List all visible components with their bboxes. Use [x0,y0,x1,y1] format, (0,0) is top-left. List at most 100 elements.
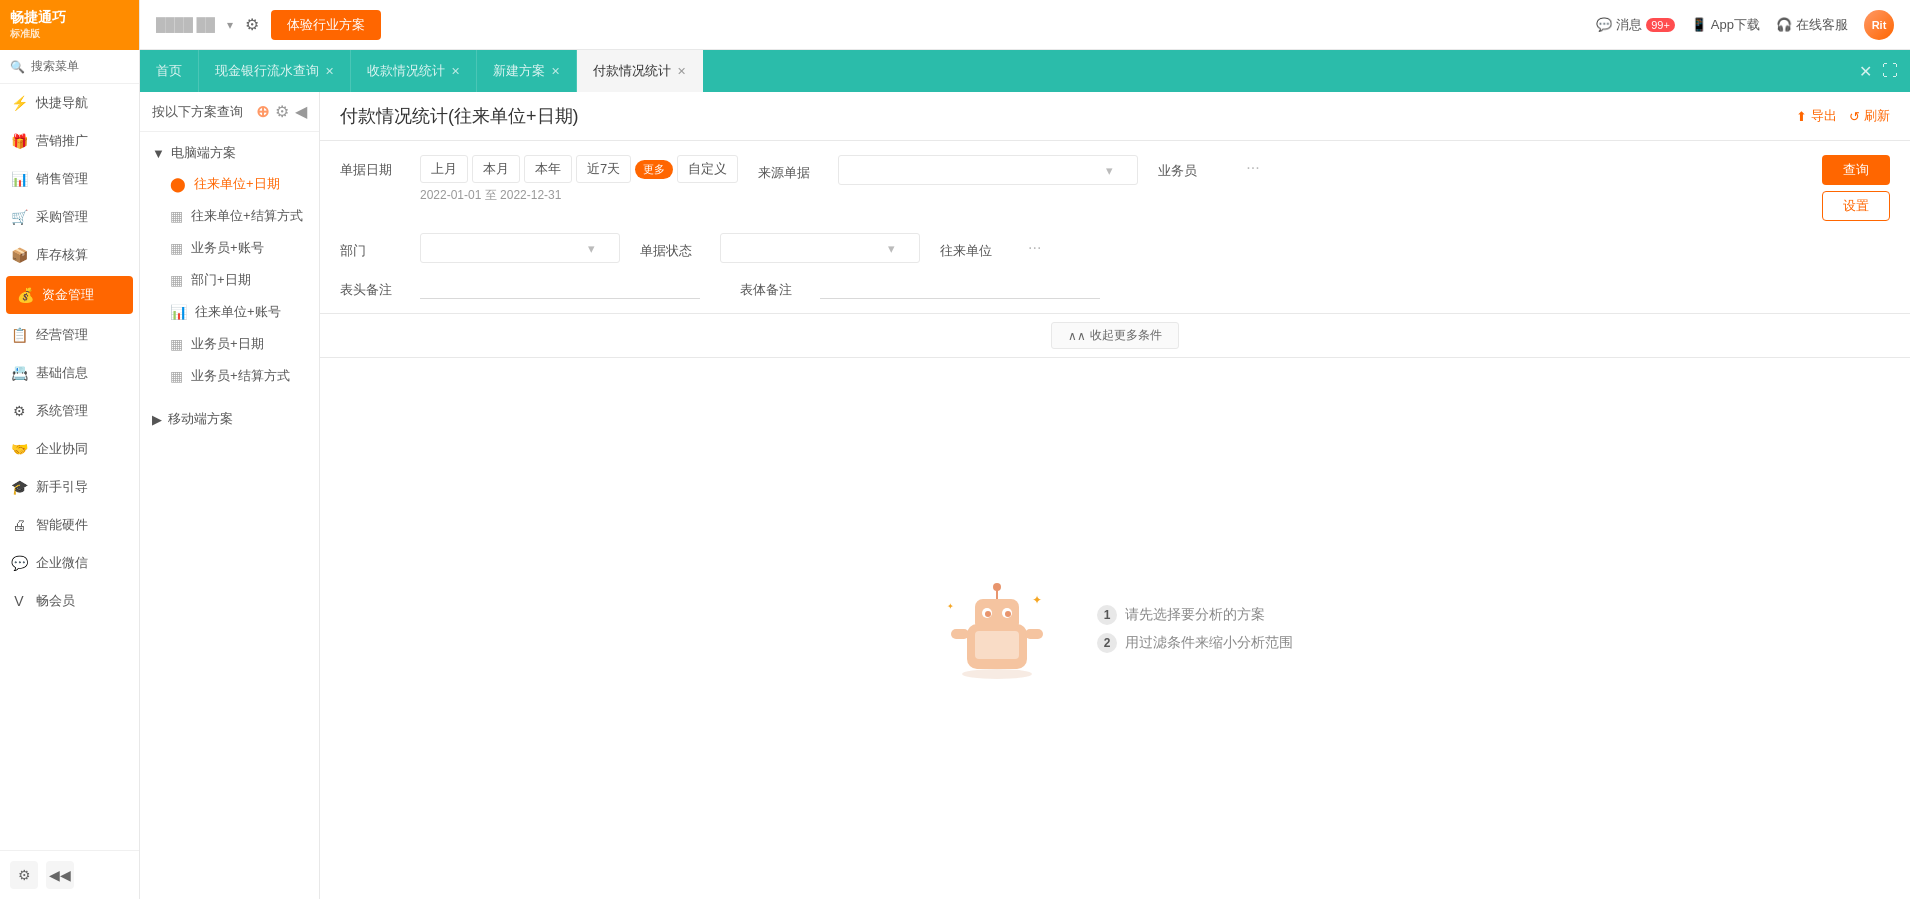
enterprise-icon: 🤝 [10,441,28,457]
member-icon: V [10,593,28,609]
export-label: 导出 [1811,107,1837,125]
scheme-settings-btn[interactable]: ⚙ [275,102,289,121]
sidebar-item-member[interactable]: V 畅会员 [0,582,139,620]
scheme-item-salesperson-settlement[interactable]: ▦ 业务员+结算方式 [140,360,319,392]
table-icon-4: ▦ [170,336,183,352]
user-avatar[interactable]: Rit [1864,10,1894,40]
sidebar-item-purchase[interactable]: 🛒 采购管理 [0,198,139,236]
scheme-item-counterpart-date[interactable]: ⬤ 往来单位+日期 [140,168,319,200]
salesperson-ellipsis[interactable]: ··· [1238,155,1267,181]
collapse-conditions-btn[interactable]: ∧∧ 收起更多条件 [1051,322,1179,349]
sidebar-item-inventory[interactable]: 📦 库存核算 [0,236,139,274]
scheme-item-dept-date[interactable]: ▦ 部门+日期 [140,264,319,296]
tab-expand-btn[interactable]: ⛶ [1882,62,1898,80]
trial-btn[interactable]: 体验行业方案 [271,10,381,40]
filter-settings-btn[interactable]: 设置 [1822,191,1890,221]
tab-home-label: 首页 [156,62,182,80]
refresh-btn[interactable]: ↺ 刷新 [1849,107,1890,125]
query-btn[interactable]: 查询 [1822,155,1890,185]
app-icon: 📱 [1691,17,1707,32]
sidebar-item-label: 库存核算 [36,246,88,264]
sidebar-item-smart-hw[interactable]: 🖨 智能硬件 [0,506,139,544]
message-icon: 💬 [1596,17,1612,32]
date-btn-last-month[interactable]: 上月 [420,155,468,183]
sidebar-collapse-btn[interactable]: ◀◀ [46,861,74,889]
finance-icon: 💰 [16,287,34,303]
source-select[interactable]: ▾ [838,155,1138,185]
source-select-arrow: ▾ [1106,163,1113,178]
sidebar-item-basic-info[interactable]: 📇 基础信息 [0,354,139,392]
scheme-item-counterpart-account[interactable]: 📊 往来单位+账号 [140,296,319,328]
wechat-icon: 💬 [10,555,28,571]
sidebar-settings-btn[interactable]: ⚙ [10,861,38,889]
pc-scheme-title[interactable]: ▼ 电脑端方案 [140,138,319,168]
company-name: ████ ██ [156,17,215,32]
add-scheme-btn[interactable]: ⊕ [256,102,269,121]
tab-payment-stats-close[interactable]: ✕ [677,65,686,78]
date-btn-7days[interactable]: 近7天 [576,155,631,183]
tab-new-scheme[interactable]: 新建方案 ✕ [477,50,577,92]
svg-point-8 [993,583,1001,591]
scheme-item-salesperson-account[interactable]: ▦ 业务员+账号 [140,232,319,264]
date-btn-custom[interactable]: 自定义 [677,155,738,183]
status-select[interactable]: ▾ [720,233,920,263]
online-service-btn[interactable]: 🎧 在线客服 [1776,16,1848,34]
tab-payment-stats-label: 付款情况统计 [593,62,671,80]
tab-new-scheme-close[interactable]: ✕ [551,65,560,78]
svg-text:✦: ✦ [1032,593,1042,607]
date-btn-this-year[interactable]: 本年 [524,155,572,183]
sidebar-item-sales[interactable]: 📊 销售管理 [0,160,139,198]
date-btn-this-month[interactable]: 本月 [472,155,520,183]
pc-scheme-label: 电脑端方案 [171,144,236,162]
panel-collapse-btn[interactable]: ◀ [295,102,307,121]
sidebar-item-label: 新手引导 [36,478,88,496]
mobile-scheme-title[interactable]: ▶ 移动端方案 [140,404,319,434]
purchase-icon: 🛒 [10,209,28,225]
tab-cash-flow[interactable]: 现金银行流水查询 ✕ [199,50,351,92]
sidebar-item-quick-nav[interactable]: ⚡ 快捷导航 [0,84,139,122]
tab-cash-flow-close[interactable]: ✕ [325,65,334,78]
search-icon: 🔍 [10,60,25,74]
date-filter-label: 单据日期 [340,155,420,179]
tab-payment-stats[interactable]: 付款情况统计 ✕ [577,50,703,92]
scheme-item-salesperson-date[interactable]: ▦ 业务员+日期 [140,328,319,360]
sidebar-item-operations[interactable]: 📋 经营管理 [0,316,139,354]
mobile-scheme-section: ▶ 移动端方案 [140,398,319,440]
tab-close-all-btn[interactable]: ✕ [1859,62,1872,81]
scheme-item-label: 业务员+结算方式 [191,367,290,385]
message-btn[interactable]: 💬 消息 99+ [1596,16,1675,34]
tab-receipt-stats[interactable]: 收款情况统计 ✕ [351,50,477,92]
dept-select[interactable]: ▾ [420,233,620,263]
tab-receipt-stats-close[interactable]: ✕ [451,65,460,78]
header-note-input[interactable] [420,275,700,299]
counterpart-ellipsis[interactable]: ··· [1020,235,1049,261]
filter-row-1: 单据日期 上月 本月 本年 近7天 更多 自定义 20 [340,155,1890,221]
company-dropdown-arrow[interactable]: ▾ [227,18,233,32]
tab-receipt-stats-label: 收款情况统计 [367,62,445,80]
sidebar-item-label: 销售管理 [36,170,88,188]
scheme-item-counterpart-settlement[interactable]: ▦ 往来单位+结算方式 [140,200,319,232]
sidebar-item-enterprise[interactable]: 🤝 企业协同 [0,430,139,468]
sidebar-item-finance[interactable]: 💰 资金管理 [6,276,133,314]
body-note-input[interactable] [820,275,1100,299]
page-title: 付款情况统计(往来单位+日期) [340,104,579,128]
svg-rect-9 [951,629,969,639]
scheme-item-label: 往来单位+账号 [195,303,281,321]
table-icon-2: ▦ [170,240,183,256]
basic-info-icon: 📇 [10,365,28,381]
filter-area: 单据日期 上月 本月 本年 近7天 更多 自定义 20 [320,141,1910,314]
sidebar-item-guide[interactable]: 🎓 新手引导 [0,468,139,506]
empty-illustration: ✦ ✦ [937,579,1057,679]
sidebar-item-marketing[interactable]: 🎁 营销推广 [0,122,139,160]
export-btn[interactable]: ⬆ 导出 [1796,107,1837,125]
sidebar-item-wechat[interactable]: 💬 企业微信 [0,544,139,582]
tab-home[interactable]: 首页 [140,50,199,92]
app-download-btn[interactable]: 📱 App下载 [1691,16,1760,34]
sidebar-item-system[interactable]: ⚙ 系统管理 [0,392,139,430]
refresh-label: 刷新 [1864,107,1890,125]
tab-new-scheme-label: 新建方案 [493,62,545,80]
topbar-gear-icon[interactable]: ⚙ [245,15,259,34]
search-menu[interactable]: 🔍 搜索菜单 [0,50,139,84]
date-more-badge[interactable]: 更多 [635,160,673,179]
hint-text-2: 用过滤条件来缩小分析范围 [1125,634,1293,652]
